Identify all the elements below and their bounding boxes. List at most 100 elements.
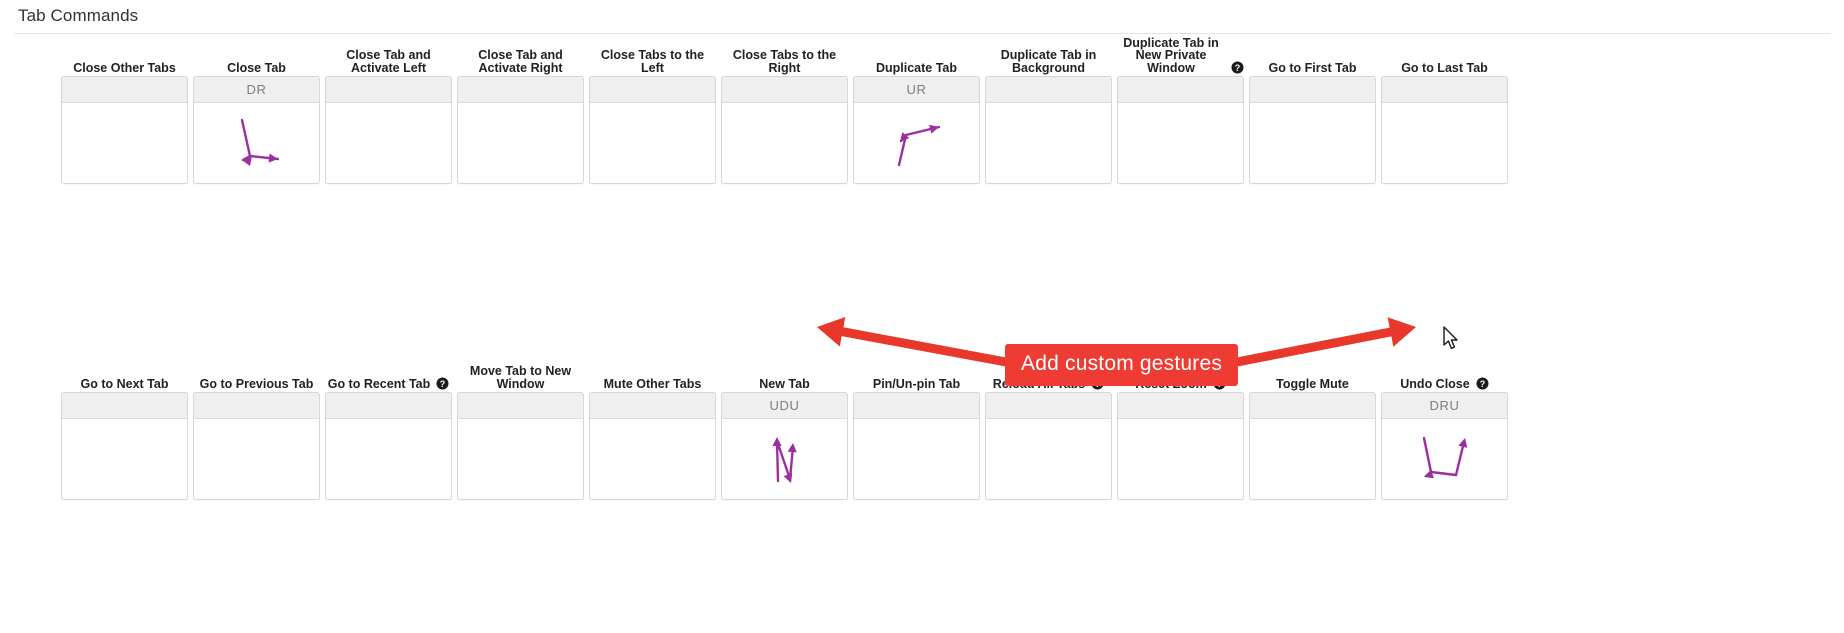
gesture-code-bar — [1250, 393, 1375, 419]
gesture-canvas[interactable] — [1118, 419, 1243, 499]
gesture-card-go-to-previous-tab[interactable] — [193, 392, 320, 500]
gesture-card-go-to-last-tab[interactable] — [1381, 76, 1508, 184]
command-label: Duplicate Tab in New Private Window — [1123, 35, 1219, 75]
command-label: Mute Other Tabs — [603, 376, 702, 391]
gesture-canvas[interactable] — [590, 419, 715, 499]
gesture-canvas[interactable] — [854, 419, 979, 499]
command-cell-duplicate-tab-in-new-private-window: Duplicate Tab in New Private Window? — [1117, 36, 1244, 184]
command-label-row: Go to Previous Tab — [193, 358, 320, 392]
gesture-card-close-tab[interactable]: DR — [193, 76, 320, 184]
gesture-canvas[interactable] — [194, 103, 319, 183]
gesture-card-duplicate-tab-in-background[interactable] — [985, 76, 1112, 184]
gesture-code-bar — [590, 77, 715, 103]
command-label-row: Close Tab and Activate Left — [325, 42, 452, 76]
gesture-code-bar: UDU — [722, 393, 847, 419]
help-circle-icon[interactable]: ? — [1091, 377, 1104, 390]
command-cell-reset-zoom: Reset Zoom? — [1117, 358, 1244, 500]
gesture-canvas[interactable] — [326, 103, 451, 183]
gesture-card-mute-other-tabs[interactable] — [589, 392, 716, 500]
command-label-row: Close Tab — [193, 42, 320, 76]
gesture-card-go-to-next-tab[interactable] — [61, 392, 188, 500]
gesture-canvas[interactable] — [986, 103, 1111, 183]
command-label: Move Tab to New Window — [469, 364, 572, 391]
gesture-canvas[interactable] — [458, 419, 583, 499]
gesture-code-bar — [1250, 77, 1375, 103]
command-label: Pin/Un-pin Tab — [872, 376, 961, 391]
gesture-canvas[interactable] — [722, 103, 847, 183]
command-label: Close Tab and Activate Right — [478, 48, 563, 75]
gesture-canvas[interactable] — [1250, 103, 1375, 183]
command-label: Go to Last Tab — [1401, 60, 1488, 75]
command-cell-undo-close: Undo Close? DRU — [1381, 358, 1508, 500]
gesture-card-move-tab-to-new-window[interactable] — [457, 392, 584, 500]
gesture-code-bar — [62, 77, 187, 103]
gesture-card-close-other-tabs[interactable] — [61, 76, 188, 184]
gesture-card-reload-all-tabs[interactable] — [985, 392, 1112, 500]
gesture-canvas[interactable] — [722, 419, 847, 499]
command-cell-go-to-last-tab: Go to Last Tab — [1381, 42, 1508, 184]
command-cell-mute-other-tabs: Mute Other Tabs — [589, 358, 716, 500]
gesture-canvas[interactable] — [1382, 419, 1507, 499]
command-label: Toggle Mute — [1276, 376, 1349, 391]
gesture-code-bar — [326, 77, 451, 103]
gesture-canvas[interactable] — [326, 419, 451, 499]
gesture-canvas[interactable] — [986, 419, 1111, 499]
gesture-card-toggle-mute[interactable] — [1249, 392, 1376, 500]
gesture-card-reset-zoom[interactable] — [1117, 392, 1244, 500]
gesture-code-bar — [458, 393, 583, 419]
gesture-canvas[interactable] — [590, 103, 715, 183]
gesture-card-pin-un-pin-tab[interactable] — [853, 392, 980, 500]
gesture-card-go-to-recent-tab[interactable] — [325, 392, 452, 500]
help-circle-icon[interactable]: ? — [1213, 377, 1226, 390]
gesture-card-close-tabs-to-the-left[interactable] — [589, 76, 716, 184]
svg-text:?: ? — [1095, 379, 1100, 389]
gesture-card-new-tab[interactable]: UDU — [721, 392, 848, 500]
gesture-card-close-tab-and-activate-left[interactable] — [325, 76, 452, 184]
gesture-code: DRU — [1429, 398, 1460, 413]
gesture-canvas[interactable] — [62, 419, 187, 499]
gesture-code-bar — [590, 393, 715, 419]
command-cell-close-tab-and-activate-right: Close Tab and Activate Right — [457, 42, 584, 184]
gesture-canvas[interactable] — [1118, 103, 1243, 183]
gesture-code-bar: DRU — [1382, 393, 1507, 419]
command-label-row: Reset Zoom? — [1117, 358, 1244, 392]
gesture-card-close-tab-and-activate-right[interactable] — [457, 76, 584, 184]
gesture-canvas[interactable] — [1382, 103, 1507, 183]
gesture-code-bar — [986, 77, 1111, 103]
gesture-code-bar — [1118, 393, 1243, 419]
command-label-row: Close Tabs to the Right — [721, 42, 848, 76]
gesture-code-bar — [458, 77, 583, 103]
gesture-card-duplicate-tab-in-new-private-window[interactable] — [1117, 76, 1244, 184]
gesture-code-bar: DR — [194, 77, 319, 103]
command-label: Go to First Tab — [1268, 60, 1357, 75]
help-circle-icon[interactable]: ? — [1231, 61, 1244, 74]
gesture-card-duplicate-tab[interactable]: UR — [853, 76, 980, 184]
command-cell-close-tabs-to-the-left: Close Tabs to the Left — [589, 42, 716, 184]
gesture-code-bar — [326, 393, 451, 419]
help-circle-icon[interactable]: ? — [436, 377, 449, 390]
help-circle-icon[interactable]: ? — [1476, 377, 1489, 390]
command-label-row: Close Tabs to the Left — [589, 42, 716, 76]
command-label-row: New Tab — [721, 358, 848, 392]
gesture-canvas[interactable] — [1250, 419, 1375, 499]
gesture-stroke-icon — [1416, 432, 1474, 488]
command-cell-duplicate-tab-in-background: Duplicate Tab in Background — [985, 42, 1112, 184]
command-label: Close Tabs to the Left — [600, 48, 705, 75]
gesture-code-bar: UR — [854, 77, 979, 103]
command-label-row: Duplicate Tab in New Private Window? — [1117, 36, 1244, 76]
gesture-code: DR — [246, 82, 267, 97]
gesture-canvas[interactable] — [458, 103, 583, 183]
command-label: New Tab — [759, 376, 810, 391]
svg-text:?: ? — [440, 379, 445, 389]
gesture-card-close-tabs-to-the-right[interactable] — [721, 76, 848, 184]
gesture-canvas[interactable] — [194, 419, 319, 499]
gesture-card-undo-close[interactable]: DRU — [1381, 392, 1508, 500]
svg-text:?: ? — [1479, 379, 1484, 389]
svg-text:?: ? — [1235, 63, 1240, 73]
gesture-canvas[interactable] — [62, 103, 187, 183]
command-cell-pin-un-pin-tab: Pin/Un-pin Tab — [853, 358, 980, 500]
command-label: Close Tab — [227, 60, 286, 75]
gesture-card-go-to-first-tab[interactable] — [1249, 76, 1376, 184]
gesture-code-bar — [194, 393, 319, 419]
gesture-canvas[interactable] — [854, 103, 979, 183]
